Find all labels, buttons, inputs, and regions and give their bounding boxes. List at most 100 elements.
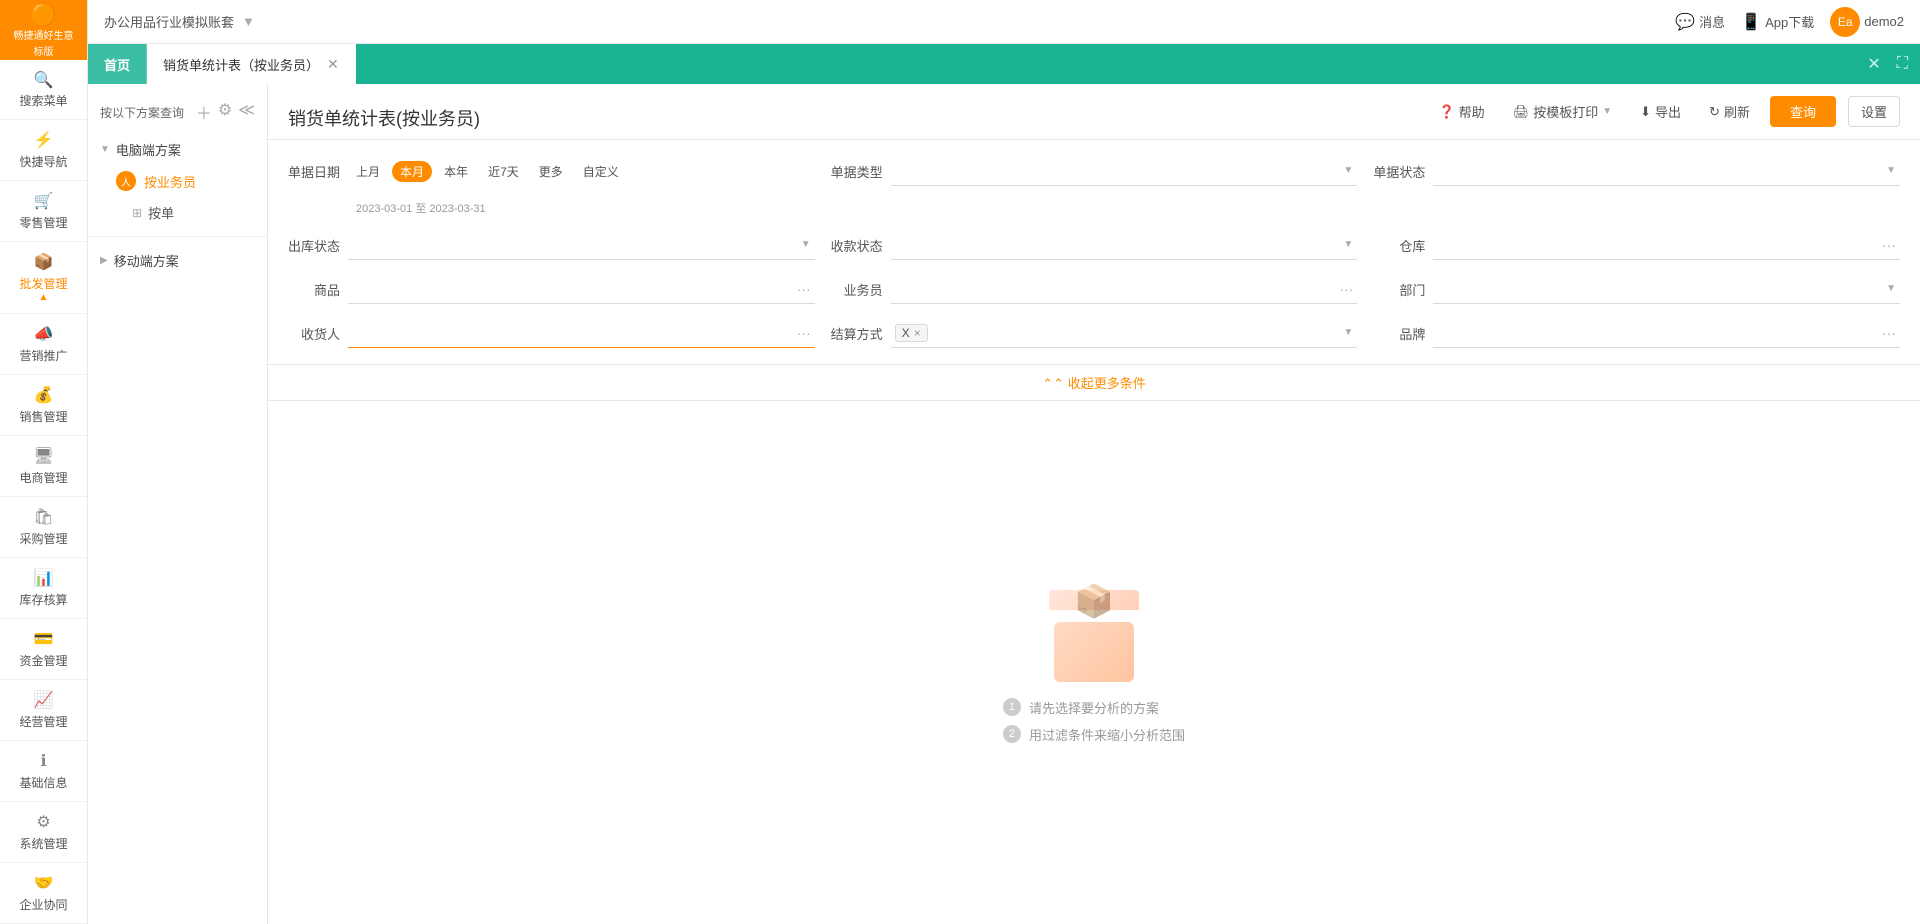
receipt-status-wrapper[interactable]: ▼ xyxy=(891,230,1358,260)
receipt-status-arrow-icon: ▼ xyxy=(1343,239,1353,250)
left-panel-header-icons: ＋ ⚙ ≪ xyxy=(196,100,255,124)
scheme-order[interactable]: ⊞ 按单 xyxy=(88,197,267,228)
query-btn[interactable]: 查询 xyxy=(1770,96,1836,127)
filter-brand: 品牌 ··· xyxy=(1373,318,1900,348)
settlement-tag-close[interactable]: × xyxy=(914,326,921,340)
sidebar-item-marketing[interactable]: 📣 营销推广 xyxy=(0,314,87,375)
page-title: 销货单统计表(按业务员) xyxy=(288,105,480,131)
brand-dots-icon[interactable]: ··· xyxy=(1882,325,1896,341)
finance-icon: 💳 xyxy=(34,629,54,649)
sidebar-item-purchase[interactable]: 🛍 采购管理 xyxy=(0,497,87,558)
quick-nav-icon: ⚡ xyxy=(34,130,54,150)
date-btn-custom[interactable]: 自定义 xyxy=(575,161,627,182)
empty-illustration: 📦 xyxy=(1034,582,1154,682)
tip-number-1: 1 xyxy=(1003,698,1021,716)
sidebar-item-inventory[interactable]: 📊 库存核算 xyxy=(0,558,87,619)
goods-dots-icon[interactable]: ··· xyxy=(797,281,811,297)
help-btn[interactable]: ❓ 帮助 xyxy=(1430,98,1492,125)
tab-sales-stat[interactable]: 销货单统计表（按业务员） ✕ xyxy=(147,44,356,84)
sidebar-item-finance[interactable]: 💳 资金管理 xyxy=(0,619,87,680)
doc-status-arrow-icon: ▼ xyxy=(1886,165,1896,176)
settings-btn[interactable]: 设置 xyxy=(1848,96,1900,127)
inventory-icon: 📊 xyxy=(34,568,54,588)
sidebar-item-quick-nav[interactable]: ⚡ 快捷导航 xyxy=(0,120,87,181)
topbar-dropdown-arrow[interactable]: ▼ xyxy=(242,14,255,29)
sidebar-item-operations[interactable]: 📈 经营管理 xyxy=(0,680,87,741)
operations-icon: 📈 xyxy=(34,690,54,710)
wholesale-icon: 📦 xyxy=(34,252,54,272)
user-profile-btn[interactable]: Ea demo2 xyxy=(1830,7,1904,37)
tab-close-window-btn[interactable]: ✕ xyxy=(1863,50,1884,78)
template-print-btn[interactable]: 🖨 按模板打印 ▼ xyxy=(1505,98,1620,125)
export-btn[interactable]: ⬇ 导出 xyxy=(1632,98,1689,125)
page-header-actions: ❓ 帮助 🖨 按模板打印 ▼ ⬇ 导出 ↻ 刷新 xyxy=(1430,96,1900,139)
mobile-section-title[interactable]: ▶ 移动端方案 xyxy=(88,245,267,276)
settlement-wrapper: X × ▼ xyxy=(891,318,1358,348)
date-btn-last-month[interactable]: 上月 xyxy=(348,161,388,182)
filter-department: 部门 ▼ xyxy=(1373,274,1900,304)
date-btn-more[interactable]: 更多 xyxy=(531,161,571,182)
sales-icon: 💰 xyxy=(34,385,54,405)
goods-wrapper[interactable]: ··· xyxy=(348,274,815,304)
consignee-dots-icon[interactable]: ··· xyxy=(797,325,811,341)
tab-close-icon[interactable]: ✕ xyxy=(327,57,339,71)
sidebar-item-system[interactable]: ⚙ 系统管理 xyxy=(0,802,87,863)
sidebar-search-menu[interactable]: 🔍 搜索菜单 xyxy=(0,60,87,120)
receipt-status-label: 收款状态 xyxy=(831,236,883,255)
collapse-bar[interactable]: ⌃⌃ 收起更多条件 xyxy=(268,365,1920,401)
brand-wrapper[interactable]: ··· xyxy=(1433,318,1900,348)
sidebar-item-ecommerce[interactable]: 🖥 电商管理 xyxy=(0,436,87,497)
tabbar-actions: ✕ ⛶ xyxy=(1863,44,1920,84)
avatar-text: Ea xyxy=(1838,15,1853,29)
logo-icon: 🟠 xyxy=(30,2,57,28)
date-btn-7days[interactable]: 近7天 xyxy=(480,161,527,182)
logo-sub: 标版 xyxy=(34,43,54,58)
scheme-salesperson[interactable]: 人 按业务员 xyxy=(88,165,267,197)
date-range-text: 2023-03-01 至 2023-03-31 xyxy=(356,203,486,215)
filter-warehouse: 仓库 ··· xyxy=(1373,230,1900,260)
messages-label: 消息 xyxy=(1699,12,1725,31)
app-download-btn[interactable]: 📱 App下载 xyxy=(1741,12,1814,32)
salesperson-dots-icon[interactable]: ··· xyxy=(1339,281,1353,297)
marketing-icon: 📣 xyxy=(34,324,54,344)
collapse-panel-btn[interactable]: ≪ xyxy=(238,100,255,124)
sidebar-item-basic-info[interactable]: ℹ 基础信息 xyxy=(0,741,87,802)
messages-btn[interactable]: 💬 消息 xyxy=(1675,12,1725,32)
sidebar-item-retail[interactable]: 🛒 零售管理 xyxy=(0,181,87,242)
scheme-salesperson-label: 按业务员 xyxy=(144,172,196,191)
date-btn-this-year[interactable]: 本年 xyxy=(436,161,476,182)
salesperson-wrapper[interactable]: ··· xyxy=(891,274,1358,304)
basic-info-icon: ℹ xyxy=(40,751,46,771)
topbar-title: 办公用品行业模拟账套 xyxy=(104,12,234,31)
tab-maximize-btn[interactable]: ⛶ xyxy=(1893,51,1912,77)
tip-text-2: 用过滤条件来缩小分析范围 xyxy=(1029,725,1185,744)
add-scheme-btn[interactable]: ＋ xyxy=(196,100,212,124)
desktop-section-label: 电脑端方案 xyxy=(116,140,181,159)
system-label: 系统管理 xyxy=(19,835,67,852)
refresh-btn[interactable]: ↻ 刷新 xyxy=(1701,98,1758,125)
scheme-order-prefix-icon: ⊞ xyxy=(132,206,142,220)
sidebar-item-sales[interactable]: 💰 销售管理 xyxy=(0,375,87,436)
doc-type-wrapper[interactable]: ▼ xyxy=(891,156,1358,186)
consignee-wrapper[interactable]: ··· xyxy=(348,318,815,348)
out-status-wrapper[interactable]: ▼ xyxy=(348,230,815,260)
doc-status-wrapper[interactable]: ▼ xyxy=(1433,156,1900,186)
refresh-icon: ↻ xyxy=(1709,104,1720,120)
salesperson-label: 业务员 xyxy=(831,280,883,299)
date-btn-this-month[interactable]: 本月 xyxy=(392,161,432,182)
tab-home[interactable]: 首页 xyxy=(88,44,147,84)
ecommerce-label: 电商管理 xyxy=(19,469,67,486)
tip-number-2: 2 xyxy=(1003,725,1021,743)
messages-icon: 💬 xyxy=(1675,12,1695,32)
department-wrapper[interactable]: ▼ xyxy=(1433,274,1900,304)
empty-tips: 1 请先选择要分析的方案 2 用过滤条件来缩小分析范围 xyxy=(1003,698,1185,744)
sidebar-item-enterprise-collab[interactable]: 🤝 企业协同 xyxy=(0,863,87,924)
sidebar-item-wholesale[interactable]: 📦 批发管理 ▲ xyxy=(0,242,87,314)
template-print-icon: 🖨 xyxy=(1513,104,1530,120)
filter-goods: 商品 ··· xyxy=(288,274,815,304)
warehouse-dots-icon[interactable]: ··· xyxy=(1882,237,1896,253)
warehouse-wrapper[interactable]: ··· xyxy=(1433,230,1900,260)
settings-scheme-btn[interactable]: ⚙ xyxy=(218,100,232,124)
desktop-section-title[interactable]: ▼ 电脑端方案 xyxy=(88,134,267,165)
doc-type-arrow-icon: ▼ xyxy=(1343,165,1353,176)
